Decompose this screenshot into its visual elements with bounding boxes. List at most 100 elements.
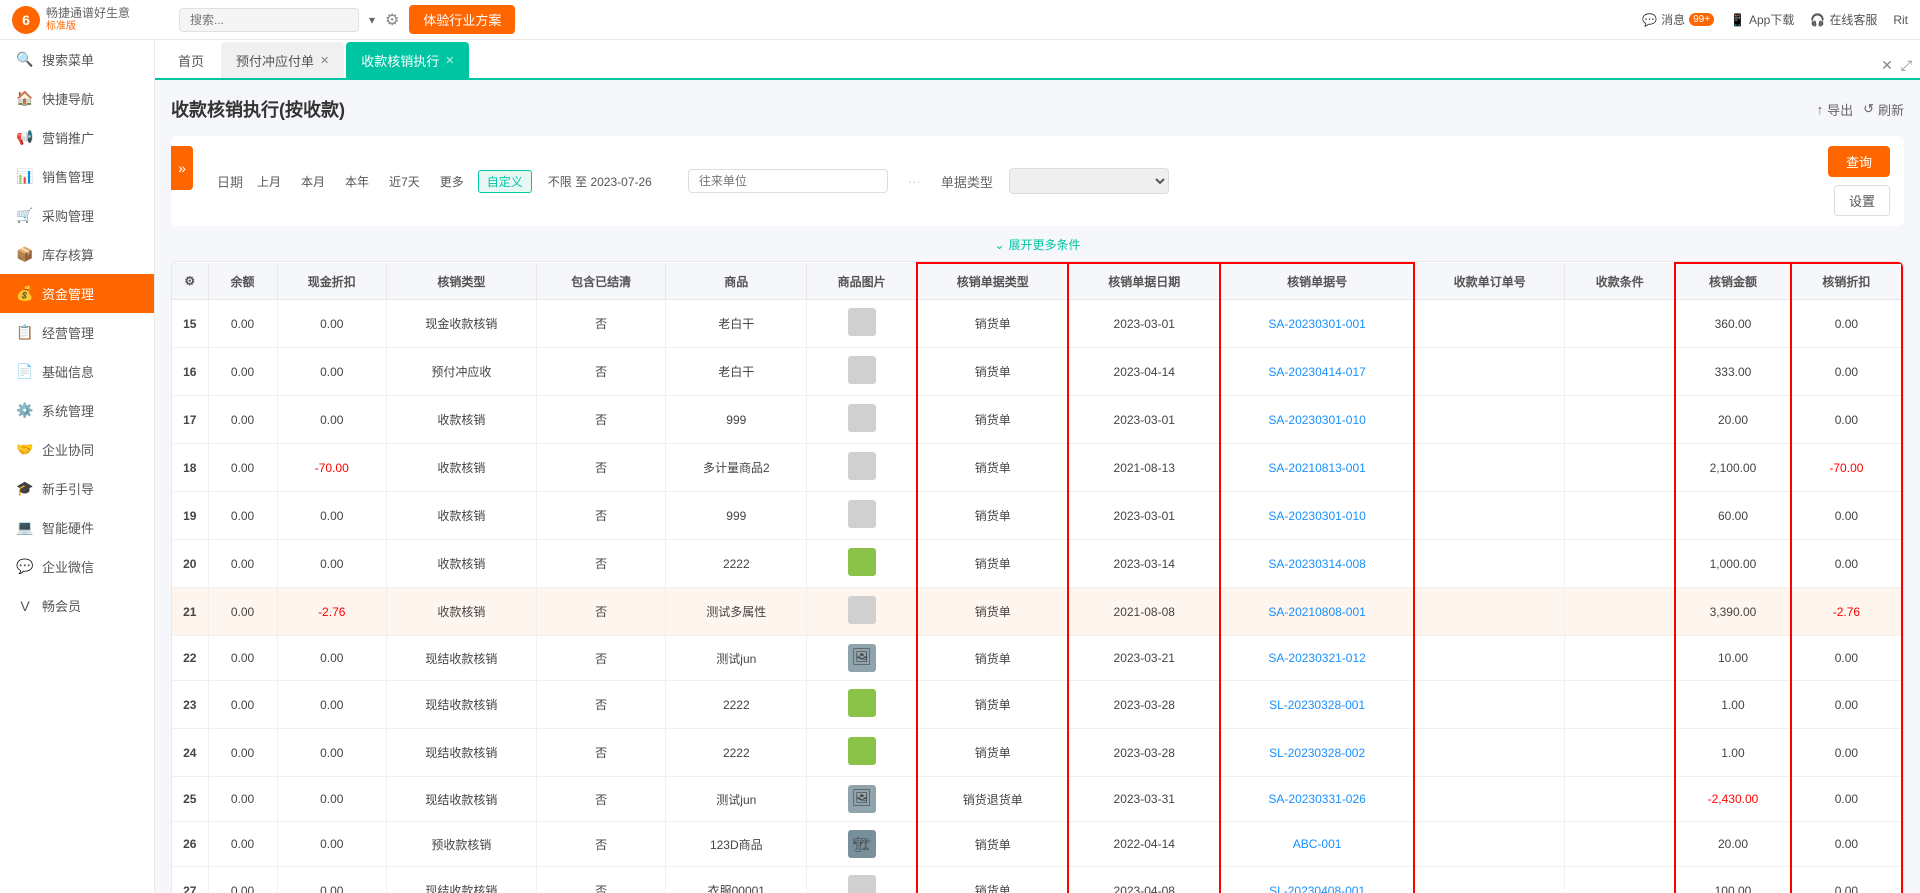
cell-settings-27[interactable]: 27: [172, 867, 208, 893]
cell-settings-20[interactable]: 20: [172, 540, 208, 588]
cell-settings-23[interactable]: 23: [172, 681, 208, 729]
bill-no-link-27[interactable]: SL-20230408-001: [1269, 884, 1365, 893]
cell-settings-24[interactable]: 24: [172, 729, 208, 777]
th-settings[interactable]: ⚙: [172, 263, 208, 300]
refresh-button[interactable]: ↺ 刷新: [1863, 100, 1904, 119]
dropdown-button[interactable]: ▾: [369, 13, 375, 27]
cell-write-off-bill-no-17[interactable]: SA-20230301-010: [1220, 396, 1414, 444]
bill-no-link-24[interactable]: SL-20230328-002: [1269, 746, 1365, 760]
bill-no-link-16[interactable]: SA-20230414-017: [1268, 365, 1365, 379]
tab-prepaid[interactable]: 预付冲应付单 ✕: [221, 42, 344, 78]
bill-no-link-17[interactable]: SA-20230301-010: [1268, 413, 1365, 427]
app-download-item[interactable]: 📱 App下载: [1730, 11, 1794, 28]
tab-receipt-close[interactable]: ✕: [445, 54, 454, 67]
bill-no-link-18[interactable]: SA-20210813-001: [1268, 461, 1365, 475]
bill-no-link-21[interactable]: SA-20210808-001: [1268, 605, 1365, 619]
bill-no-link-23[interactable]: SL-20230328-001: [1269, 698, 1365, 712]
cell-write-off-type-15: 现金收款核销: [386, 300, 536, 348]
sidebar-item-purchase[interactable]: 🛒 采购管理: [0, 196, 154, 235]
sidebar-item-system[interactable]: ⚙️ 系统管理: [0, 391, 154, 430]
cell-settings-26[interactable]: 26: [172, 822, 208, 867]
sidebar-item-guide[interactable]: 🎓 新手引导: [0, 469, 154, 508]
table-row: 20 0.00 0.00 收款核销 否 2222 销货单 2023-03-14 …: [172, 540, 1902, 588]
sidebar-item-finance[interactable]: 💰 资金管理: [0, 274, 154, 313]
cell-settings-22[interactable]: 22: [172, 636, 208, 681]
cell-receipt-condition-15: [1565, 300, 1675, 348]
cell-settings-16[interactable]: 16: [172, 348, 208, 396]
export-button[interactable]: ↑ 导出: [1817, 100, 1854, 119]
sidebar-item-inventory[interactable]: 📦 库存核算: [0, 235, 154, 274]
date-this-year[interactable]: 本年: [339, 171, 375, 192]
th-write-off-discount: 核销折扣: [1791, 263, 1902, 300]
sidebar-item-wechat[interactable]: 💬 企业微信: [0, 547, 154, 586]
search-input[interactable]: [179, 8, 359, 32]
cell-write-off-bill-no-24[interactable]: SL-20230328-002: [1220, 729, 1414, 777]
bill-no-link-15[interactable]: SA-20230301-001: [1268, 317, 1365, 331]
cell-write-off-bill-no-22[interactable]: SA-20230321-012: [1220, 636, 1414, 681]
query-button[interactable]: 查询: [1828, 146, 1890, 177]
date-7days[interactable]: 近7天: [383, 171, 426, 192]
cell-write-off-bill-no-23[interactable]: SL-20230328-001: [1220, 681, 1414, 729]
sidebar-item-enterprise[interactable]: 🤝 企业协同: [0, 430, 154, 469]
filter-expand-button[interactable]: »: [171, 146, 193, 190]
cell-write-off-bill-no-19[interactable]: SA-20230301-010: [1220, 492, 1414, 540]
tab-receipt[interactable]: 收款核销执行 ✕: [346, 42, 469, 78]
bill-type-select[interactable]: [1009, 168, 1169, 194]
cell-product-24: 2222: [666, 729, 807, 777]
cell-write-off-bill-no-26[interactable]: ABC-001: [1220, 822, 1414, 867]
gear-icon[interactable]: ⚙: [385, 10, 399, 30]
cell-write-off-bill-no-16[interactable]: SA-20230414-017: [1220, 348, 1414, 396]
sidebar-item-member[interactable]: V 畅会员: [0, 586, 154, 625]
cell-receipt-condition-22: [1565, 636, 1675, 681]
tab-home[interactable]: 首页: [163, 42, 219, 78]
cell-settings-19[interactable]: 19: [172, 492, 208, 540]
expand-conditions-button[interactable]: ⌄ 展开更多条件: [994, 236, 1080, 253]
cell-write-off-bill-no-27[interactable]: SL-20230408-001: [1220, 867, 1414, 893]
tab-maximize-button[interactable]: ⤢: [1901, 57, 1912, 74]
content-area: 首页 预付冲应付单 ✕ 收款核销执行 ✕ ✕ ⤢ 收款核销执行(按收款): [155, 40, 1920, 893]
sidebar-item-search[interactable]: 🔍 搜索菜单: [0, 40, 154, 79]
online-service-item[interactable]: 🎧 在线客服: [1810, 11, 1877, 28]
cell-include-cleared-24: 否: [536, 729, 666, 777]
top-bar-content: ▾ ⚙ 体验行业方案 💬 消息 99+ 📱 App下载 🎧 在线客服 Rit: [179, 5, 1908, 34]
bill-no-link-22[interactable]: SA-20230321-012: [1268, 651, 1365, 665]
cell-write-off-bill-no-18[interactable]: SA-20210813-001: [1220, 444, 1414, 492]
sidebar-item-sales[interactable]: 📊 销售管理: [0, 157, 154, 196]
cell-settings-25[interactable]: 25: [172, 777, 208, 822]
bill-no-link-20[interactable]: SA-20230314-008: [1268, 557, 1365, 571]
cell-settings-21[interactable]: 21: [172, 588, 208, 636]
cell-write-off-bill-no-15[interactable]: SA-20230301-001: [1220, 300, 1414, 348]
cell-settings-18[interactable]: 18: [172, 444, 208, 492]
th-receipt-order-no: 收款单订单号: [1414, 263, 1565, 300]
date-this-month[interactable]: 本月: [295, 171, 331, 192]
cell-receipt-order-no-20: [1414, 540, 1565, 588]
date-more[interactable]: 更多: [434, 171, 470, 192]
date-last-month[interactable]: 上月: [251, 171, 287, 192]
cell-settings-17[interactable]: 17: [172, 396, 208, 444]
cell-write-off-date-27: 2023-04-08: [1068, 867, 1220, 893]
from-unit-input[interactable]: [688, 169, 888, 193]
sidebar-item-operation[interactable]: 📋 经营管理: [0, 313, 154, 352]
tab-prepaid-close[interactable]: ✕: [320, 54, 329, 67]
trial-button[interactable]: 体验行业方案: [409, 5, 515, 34]
cell-product-img-21: [807, 588, 917, 636]
tab-close-window-button[interactable]: ✕: [1881, 57, 1893, 74]
date-custom-button[interactable]: 自定义: [478, 170, 532, 193]
th-include-cleared: 包含已结清: [536, 263, 666, 300]
bill-no-link-26[interactable]: ABC-001: [1293, 837, 1342, 851]
cell-write-off-bill-no-25[interactable]: SA-20230331-026: [1220, 777, 1414, 822]
bill-no-link-25[interactable]: SA-20230331-026: [1268, 792, 1365, 806]
cell-write-off-discount-17: 0.00: [1791, 396, 1902, 444]
sidebar-item-hardware[interactable]: 💻 智能硬件: [0, 508, 154, 547]
user-item[interactable]: Rit: [1893, 13, 1908, 27]
settings-button[interactable]: 设置: [1834, 185, 1890, 216]
sidebar-item-shortcut[interactable]: 🏠 快捷导航: [0, 79, 154, 118]
cell-write-off-bill-no-20[interactable]: SA-20230314-008: [1220, 540, 1414, 588]
sidebar-item-marketing[interactable]: 📢 营销推广: [0, 118, 154, 157]
cell-write-off-bill-no-21[interactable]: SA-20210808-001: [1220, 588, 1414, 636]
cell-settings-15[interactable]: 15: [172, 300, 208, 348]
sidebar-item-basic[interactable]: 📄 基础信息: [0, 352, 154, 391]
message-item[interactable]: 💬 消息 99+: [1642, 11, 1714, 28]
cell-balance-21: 0.00: [208, 588, 277, 636]
bill-no-link-19[interactable]: SA-20230301-010: [1268, 509, 1365, 523]
